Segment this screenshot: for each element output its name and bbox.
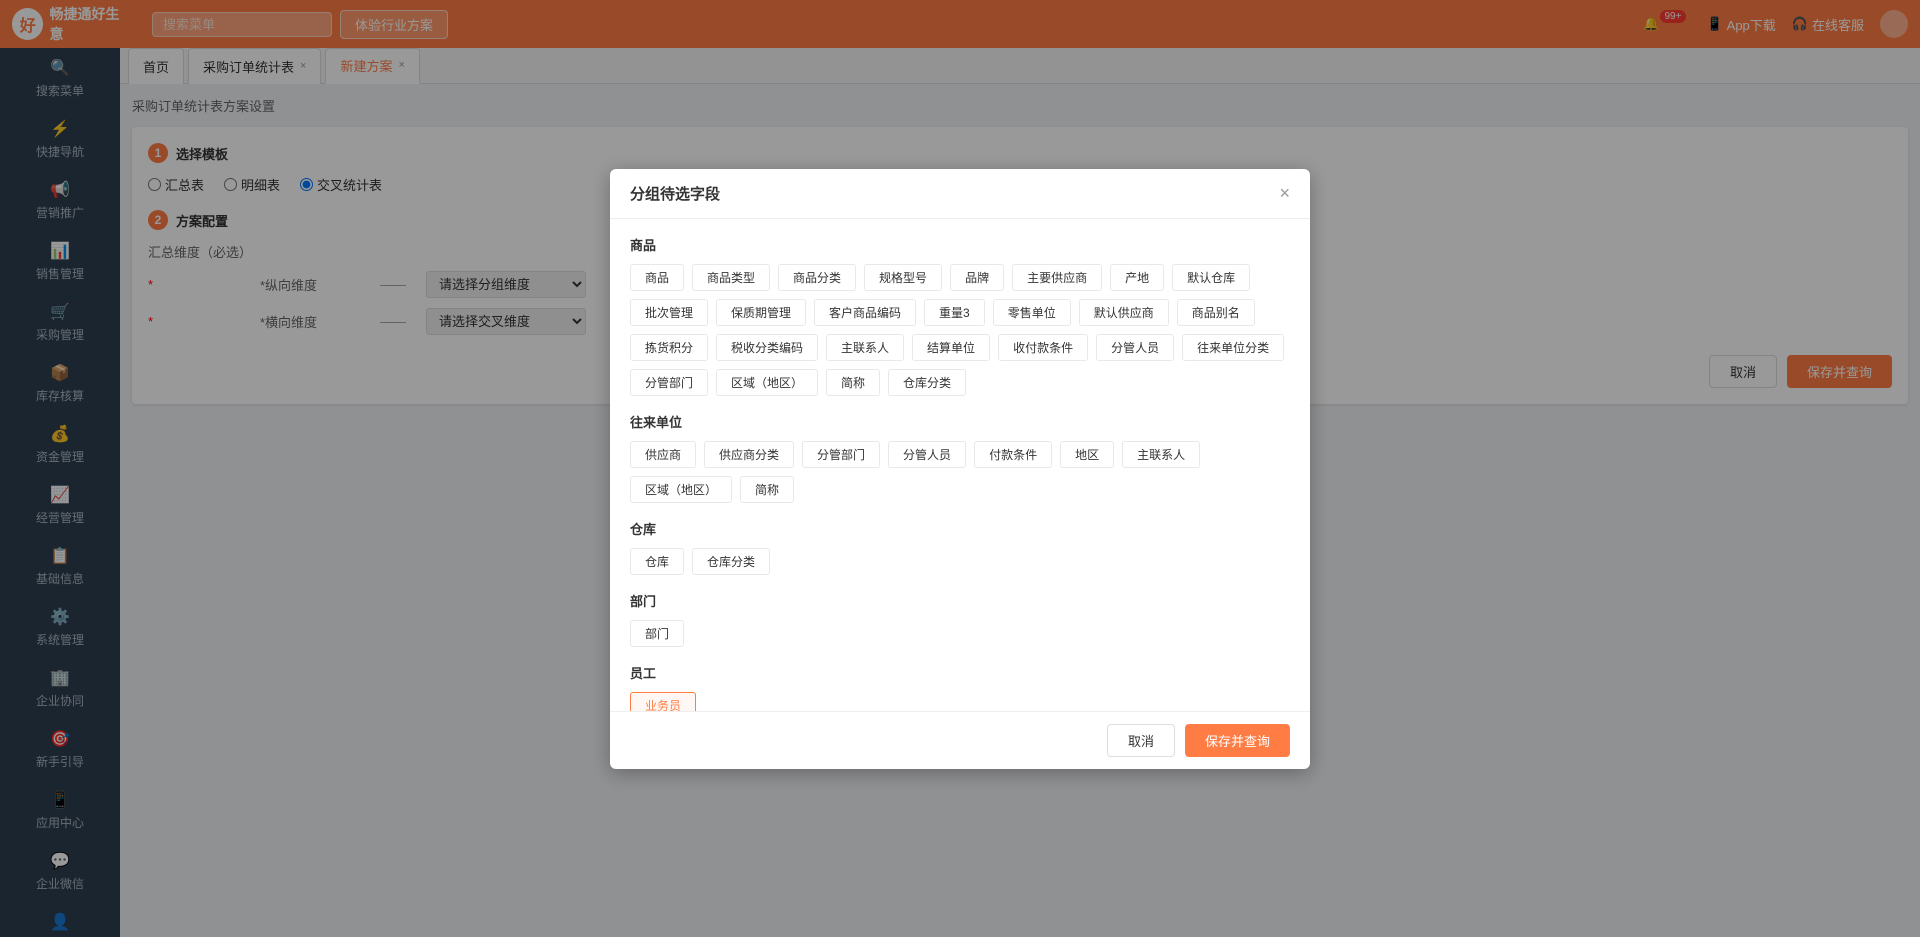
modal-close-button[interactable]: × xyxy=(1279,183,1290,204)
tag-product-retail-unit[interactable]: 零售单位 xyxy=(993,299,1071,326)
modal-confirm-button[interactable]: 保存并查询 xyxy=(1185,724,1290,757)
modal-overlay: 分组待选字段 × 商品 商品 商品类型 商品分类 规格型号 品牌 主要供应商 产… xyxy=(0,0,1920,937)
tag-partner-supplier[interactable]: 供应商 xyxy=(630,441,696,468)
tag-product-default-warehouse[interactable]: 默认仓库 xyxy=(1172,264,1250,291)
modal-title: 分组待选字段 xyxy=(630,183,720,204)
tag-partner-contact[interactable]: 主联系人 xyxy=(1122,441,1200,468)
tag-partner-manager[interactable]: 分管人员 xyxy=(888,441,966,468)
tag-partner-payment[interactable]: 付款条件 xyxy=(974,441,1052,468)
tag-product-商品[interactable]: 商品 xyxy=(630,264,684,291)
section-partner-title: 往来单位 xyxy=(630,412,1290,431)
tag-product-contact[interactable]: 主联系人 xyxy=(826,334,904,361)
tag-warehouse[interactable]: 仓库 xyxy=(630,548,684,575)
tag-product-quality[interactable]: 保质期管理 xyxy=(716,299,806,326)
tag-partner-region[interactable]: 地区 xyxy=(1060,441,1114,468)
tag-partner-area[interactable]: 区域（地区） xyxy=(630,476,732,503)
tag-department[interactable]: 部门 xyxy=(630,620,684,647)
section-product: 商品 商品 商品类型 商品分类 规格型号 品牌 主要供应商 产地 默认仓库 批次… xyxy=(630,235,1290,396)
tag-partner-supplier-cat[interactable]: 供应商分类 xyxy=(704,441,794,468)
section-warehouse: 仓库 仓库 仓库分类 xyxy=(630,519,1290,575)
section-employee-title: 员工 xyxy=(630,663,1290,682)
section-department: 部门 部门 xyxy=(630,591,1290,647)
tag-product-origin[interactable]: 产地 xyxy=(1110,264,1164,291)
tag-warehouse-cat[interactable]: 仓库分类 xyxy=(692,548,770,575)
tag-product-brand[interactable]: 品牌 xyxy=(950,264,1004,291)
tag-product-dept[interactable]: 分管部门 xyxy=(630,369,708,396)
modal-cancel-button[interactable]: 取消 xyxy=(1107,724,1175,757)
tag-product-type[interactable]: 商品类型 xyxy=(692,264,770,291)
tag-partner-dept[interactable]: 分管部门 xyxy=(802,441,880,468)
section-department-tags: 部门 xyxy=(630,620,1290,647)
modal-footer: 取消 保存并查询 xyxy=(610,711,1310,769)
tag-product-weight[interactable]: 重量3 xyxy=(924,299,985,326)
section-employee-tags: 业务员 xyxy=(630,692,1290,711)
tag-product-warehouse-cat[interactable]: 仓库分类 xyxy=(888,369,966,396)
tag-employee-sales[interactable]: 业务员 xyxy=(630,692,696,711)
tag-product-partner-category[interactable]: 往来单位分类 xyxy=(1182,334,1284,361)
section-warehouse-tags: 仓库 仓库分类 xyxy=(630,548,1290,575)
tag-product-tax-code[interactable]: 税收分类编码 xyxy=(716,334,818,361)
tag-product-customer-code[interactable]: 客户商品编码 xyxy=(814,299,916,326)
modal-header: 分组待选字段 × xyxy=(610,169,1310,219)
tag-product-settle-unit[interactable]: 结算单位 xyxy=(912,334,990,361)
section-partner: 往来单位 供应商 供应商分类 分管部门 分管人员 付款条件 地区 主联系人 区域… xyxy=(630,412,1290,503)
tag-product-main-supplier[interactable]: 主要供应商 xyxy=(1012,264,1102,291)
section-warehouse-title: 仓库 xyxy=(630,519,1290,538)
tag-product-batch[interactable]: 批次管理 xyxy=(630,299,708,326)
tag-product-short-name[interactable]: 简称 xyxy=(826,369,880,396)
modal: 分组待选字段 × 商品 商品 商品类型 商品分类 规格型号 品牌 主要供应商 产… xyxy=(610,169,1310,769)
section-employee: 员工 业务员 xyxy=(630,663,1290,711)
tag-product-region[interactable]: 区域（地区） xyxy=(716,369,818,396)
tag-product-manager[interactable]: 分管人员 xyxy=(1096,334,1174,361)
tag-product-spec[interactable]: 规格型号 xyxy=(864,264,942,291)
tag-partner-short[interactable]: 简称 xyxy=(740,476,794,503)
tag-product-category[interactable]: 商品分类 xyxy=(778,264,856,291)
tag-product-pick-score[interactable]: 拣货积分 xyxy=(630,334,708,361)
tag-product-alias[interactable]: 商品别名 xyxy=(1177,299,1255,326)
modal-body: 商品 商品 商品类型 商品分类 规格型号 品牌 主要供应商 产地 默认仓库 批次… xyxy=(610,219,1310,711)
section-partner-tags: 供应商 供应商分类 分管部门 分管人员 付款条件 地区 主联系人 区域（地区） … xyxy=(630,441,1290,503)
tag-product-payment[interactable]: 收付款条件 xyxy=(998,334,1088,361)
section-product-tags: 商品 商品类型 商品分类 规格型号 品牌 主要供应商 产地 默认仓库 批次管理 … xyxy=(630,264,1290,396)
section-product-title: 商品 xyxy=(630,235,1290,254)
section-department-title: 部门 xyxy=(630,591,1290,610)
tag-product-default-supplier[interactable]: 默认供应商 xyxy=(1079,299,1169,326)
